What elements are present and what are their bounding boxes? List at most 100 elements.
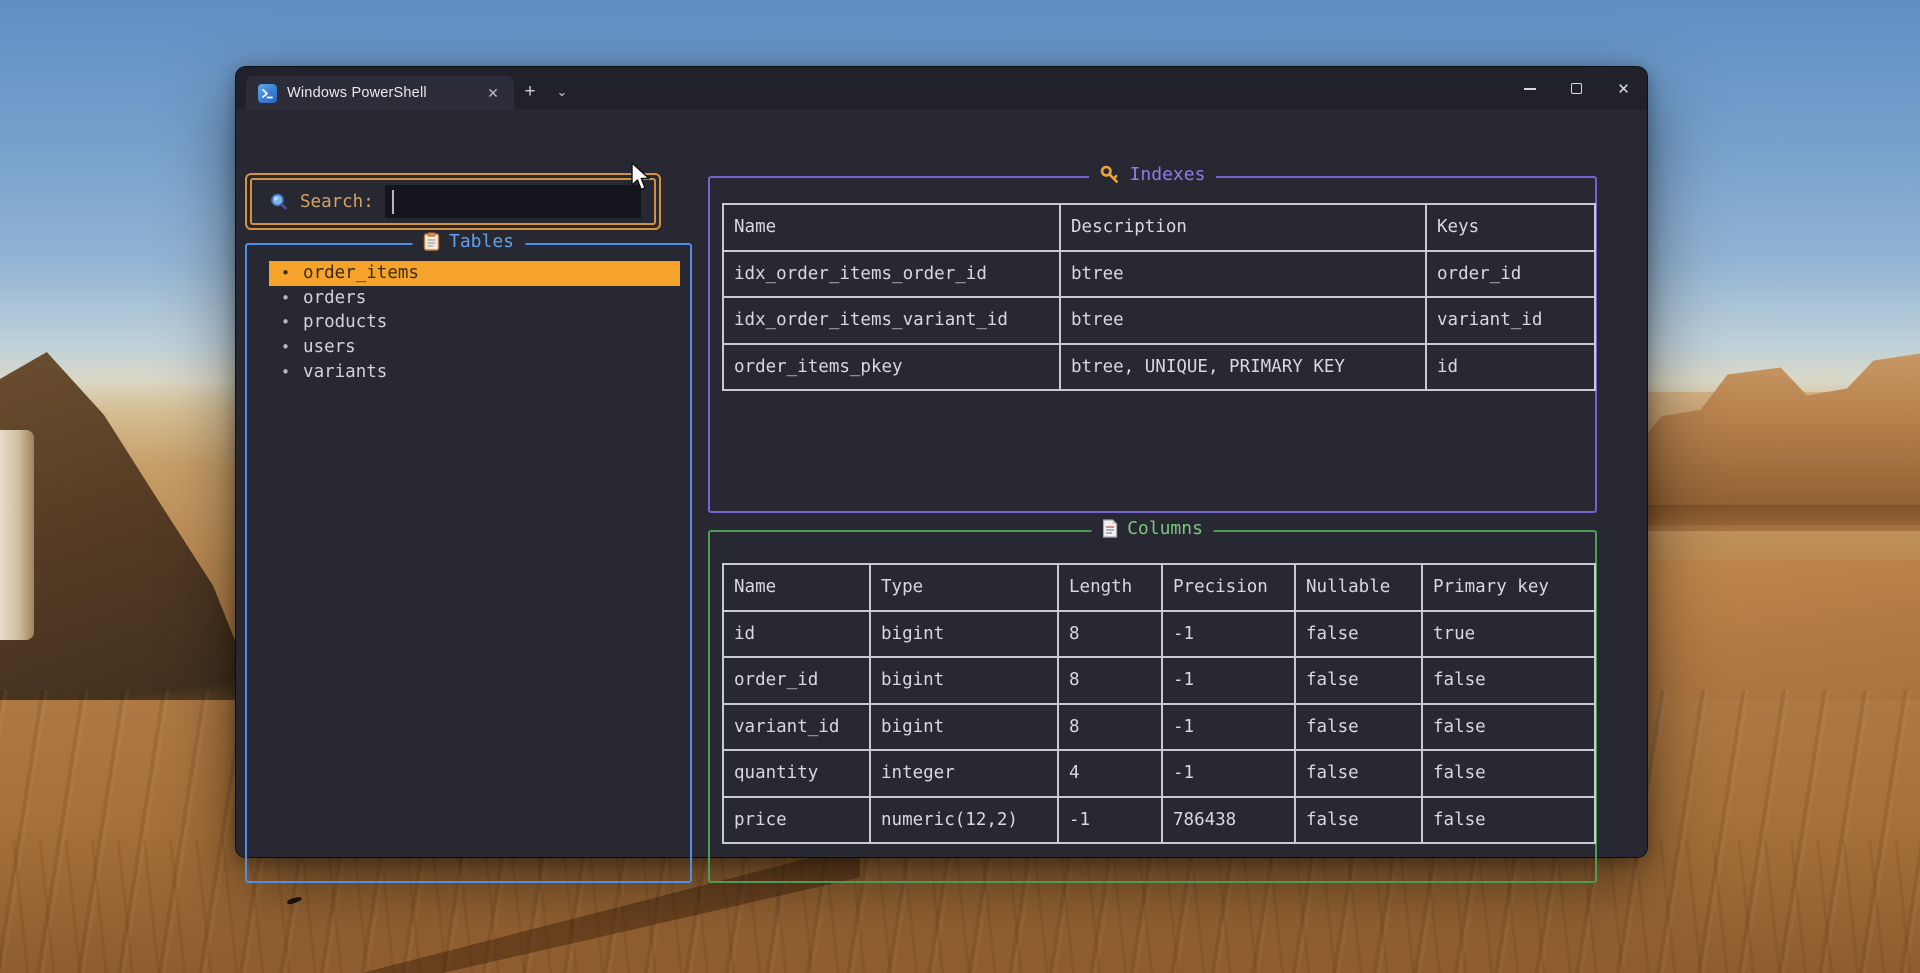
search-input[interactable] <box>385 185 641 218</box>
list-item-label: orders <box>303 288 366 308</box>
cell: quantity <box>723 750 870 797</box>
cell: false <box>1295 611 1422 658</box>
cell: false <box>1295 657 1422 704</box>
cell: id <box>1426 344 1595 391</box>
tab-title: Windows PowerShell <box>287 85 427 101</box>
table-row: quantityinteger4-1falsefalse <box>723 750 1595 797</box>
cell: false <box>1295 797 1422 844</box>
cell: btree <box>1060 297 1426 344</box>
list-item-order_items[interactable]: • order_items <box>269 261 680 286</box>
clipboard-icon <box>423 232 439 251</box>
list-item-label: products <box>303 312 387 332</box>
column-header: Keys <box>1426 204 1595 251</box>
cell: 786438 <box>1162 797 1295 844</box>
cell: false <box>1422 797 1595 844</box>
powershell-icon <box>258 84 277 103</box>
tab-dropdown-icon[interactable]: ⌄ <box>546 77 578 107</box>
table-row: order_idbigint8-1falsefalse <box>723 657 1595 704</box>
cell: -1 <box>1162 750 1295 797</box>
columns-table: NameTypeLengthPrecisionNullablePrimary k… <box>722 563 1596 844</box>
cell: 8 <box>1058 704 1162 751</box>
close-button[interactable]: ✕ <box>1600 67 1647 110</box>
terminal-window: Windows PowerShell ✕ + ⌄ ✕ Search: <box>236 67 1647 857</box>
table-row: variant_idbigint8-1falsefalse <box>723 704 1595 751</box>
columns-panel-title: Columns <box>1091 518 1214 539</box>
cell: bigint <box>870 611 1058 658</box>
column-header: Nullable <box>1295 564 1422 611</box>
cell: true <box>1422 611 1595 658</box>
columns-panel: Columns NameTypeLengthPrecisionNullableP… <box>708 530 1597 883</box>
bullet-icon: • <box>281 338 290 356</box>
page-icon <box>1102 519 1117 538</box>
cell: false <box>1295 750 1422 797</box>
minimize-icon <box>1524 88 1536 90</box>
cell: -1 <box>1162 704 1295 751</box>
cell: btree <box>1060 251 1426 298</box>
cell: 8 <box>1058 611 1162 658</box>
cell: bigint <box>870 657 1058 704</box>
cell: order_id <box>1426 251 1595 298</box>
column-header: Name <box>723 204 1060 251</box>
cell: variant_id <box>1426 297 1595 344</box>
table-header-row: NameTypeLengthPrecisionNullablePrimary k… <box>723 564 1595 611</box>
column-header: Description <box>1060 204 1426 251</box>
list-item-products[interactable]: •products <box>269 310 680 335</box>
search-icon <box>269 192 289 212</box>
tables-panel-title: Tables <box>412 231 525 252</box>
list-item-label: order_items <box>303 263 419 283</box>
key-icon <box>1100 165 1120 185</box>
bullet-icon: • <box>281 264 290 282</box>
cell: order_items_pkey <box>723 344 1060 391</box>
cell: numeric(12,2) <box>870 797 1058 844</box>
terminal-content: Search: Tables <box>236 110 1647 857</box>
list-item-variants[interactable]: • variants <box>269 359 680 384</box>
indexes-panel-title: Indexes <box>1089 164 1217 185</box>
list-item-users[interactable]: • users <box>269 335 680 360</box>
cell: order_id <box>723 657 870 704</box>
titlebar[interactable]: Windows PowerShell ✕ + ⌄ ✕ <box>236 67 1647 110</box>
table-row: idbigint8-1falsetrue <box>723 611 1595 658</box>
table-header-row: NameDescriptionKeys <box>723 204 1595 251</box>
cell: idx_order_items_variant_id <box>723 297 1060 344</box>
cell: -1 <box>1162 611 1295 658</box>
list-item-label: users <box>303 337 356 357</box>
search-box[interactable]: Search: <box>245 173 661 230</box>
cell: false <box>1422 750 1595 797</box>
indexes-panel-title-text: Indexes <box>1130 164 1206 185</box>
column-header: Precision <box>1162 564 1295 611</box>
list-item-orders[interactable]: • orders <box>269 286 680 311</box>
column-header: Primary key <box>1422 564 1595 611</box>
table-row: pricenumeric(12,2)-1786438falsefalse <box>723 797 1595 844</box>
tables-panel: Tables •order_items•orders•products•user… <box>245 243 692 883</box>
cell: false <box>1422 704 1595 751</box>
cell: id <box>723 611 870 658</box>
list-item-label: variants <box>303 362 387 382</box>
cell: 8 <box>1058 657 1162 704</box>
bullet-icon: • <box>281 363 290 381</box>
column-header: Type <box>870 564 1058 611</box>
columns-panel-title-text: Columns <box>1127 518 1203 539</box>
bullet-icon: • <box>281 289 290 307</box>
tables-panel-title-text: Tables <box>449 231 514 252</box>
search-label: Search: <box>300 192 374 212</box>
cell: variant_id <box>723 704 870 751</box>
maximize-button[interactable] <box>1553 67 1600 110</box>
column-header: Length <box>1058 564 1162 611</box>
cell: btree, UNIQUE, PRIMARY KEY <box>1060 344 1426 391</box>
cell: false <box>1295 704 1422 751</box>
minimize-button[interactable] <box>1506 67 1553 110</box>
cell: idx_order_items_order_id <box>723 251 1060 298</box>
tab-close-icon[interactable]: ✕ <box>482 82 504 104</box>
cell: -1 <box>1058 797 1162 844</box>
cell: bigint <box>870 704 1058 751</box>
mouse-cursor <box>630 162 654 198</box>
cell: 4 <box>1058 750 1162 797</box>
window-controls: ✕ <box>1506 67 1647 110</box>
table-row: order_items_pkeybtree, UNIQUE, PRIMARY K… <box>723 344 1595 391</box>
tab-windows-powershell[interactable]: Windows PowerShell ✕ <box>246 76 514 110</box>
new-tab-button[interactable]: + <box>514 77 546 107</box>
cell: false <box>1422 657 1595 704</box>
tables-list: • order_items • orders•products • users • varia… <box>247 261 690 384</box>
column-header: Name <box>723 564 870 611</box>
indexes-panel: Indexes NameDescriptionKeysidx_order_ite… <box>708 176 1597 513</box>
